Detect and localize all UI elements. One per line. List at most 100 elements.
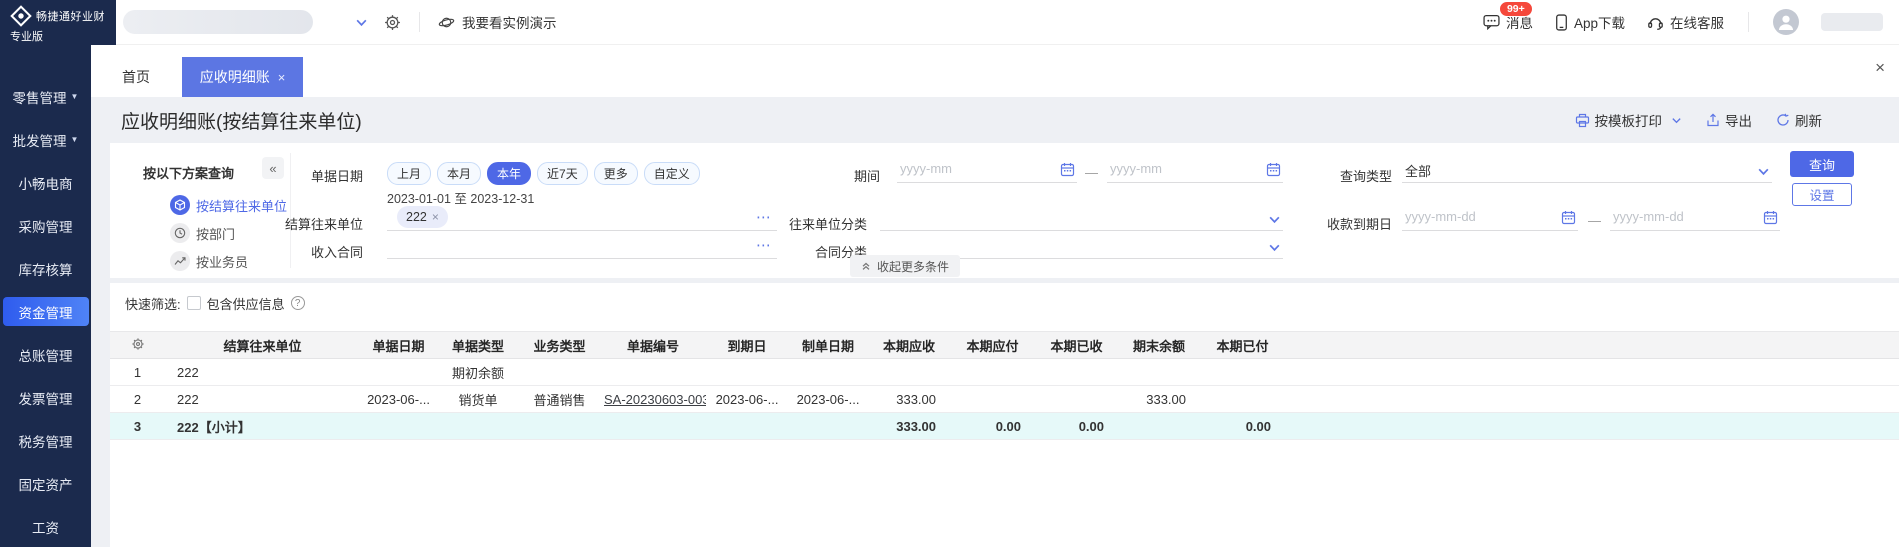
settle-unit-tag[interactable]: 222 × <box>397 206 448 228</box>
scheme-panel-title: 按以下方案查询 <box>143 166 235 181</box>
demo-link[interactable]: 我要看实例演示 <box>438 12 557 32</box>
clock-icon <box>170 223 190 243</box>
calendar-icon[interactable] <box>1060 162 1075 180</box>
main-area: 我要看实例演示 99+ 消息 App下载 在线客服 首页 应收明细账 × × 应… <box>91 0 1899 547</box>
pill-this-month[interactable]: 本月 <box>437 162 482 185</box>
page-title: 应收明细账(按结算往来单位) <box>121 111 362 133</box>
cell-received <box>1035 385 1118 413</box>
close-icon[interactable]: × <box>278 70 286 85</box>
chevron-down-icon[interactable] <box>1268 241 1281 254</box>
scheme-item-label: 按结算往来单位 <box>196 198 288 214</box>
cell-settle-unit: 222 <box>165 385 360 413</box>
column-header: 到期日 <box>706 331 788 359</box>
divider <box>1748 12 1749 32</box>
cell-due-date: 2023-06-... <box>706 385 788 413</box>
collapse-more-conditions-button[interactable]: 收起更多条件 <box>850 255 961 277</box>
sidebar-item-ecommerce[interactable]: 小畅电商 <box>0 161 91 204</box>
close-icon[interactable]: × <box>432 210 439 224</box>
placeholder: yyyy-mm-dd <box>1405 209 1476 224</box>
calendar-icon[interactable] <box>1561 210 1576 228</box>
export-button[interactable]: 导出 <box>1706 110 1752 130</box>
row-number: 3 <box>110 412 165 440</box>
help-icon[interactable]: ? <box>290 296 305 310</box>
pill-last-month[interactable]: 上月 <box>387 162 432 185</box>
scheme-by-salesperson[interactable]: 按业务员 <box>170 251 248 271</box>
sidebar-item-invoice[interactable]: 发票管理 <box>0 376 91 419</box>
scheme-item-label: 按部门 <box>196 226 236 242</box>
chevron-down-icon[interactable] <box>1268 213 1281 226</box>
username[interactable] <box>1821 13 1883 31</box>
planet-icon <box>438 15 455 30</box>
refresh-button[interactable]: 刷新 <box>1776 110 1822 130</box>
headset-icon <box>1647 14 1664 30</box>
messages-button[interactable]: 99+ 消息 <box>1483 1 1533 32</box>
sidebar-item-procurement[interactable]: 采购管理 <box>0 204 91 247</box>
sidebar-item-tax[interactable]: 税务管理 <box>0 419 91 462</box>
chevron-down-icon[interactable] <box>355 16 368 29</box>
export-icon <box>1706 113 1720 127</box>
cell-paid: 0.00 <box>1200 412 1285 440</box>
sidebar-item-inventory[interactable]: 库存核算 <box>0 247 91 290</box>
trend-chart-icon <box>170 251 190 271</box>
gear-icon[interactable] <box>384 14 401 31</box>
cell-paid <box>1200 385 1285 413</box>
tab-strip: 首页 应收明细账 × × <box>91 45 1899 97</box>
table-row[interactable]: 1 222 期初余额 <box>110 358 1899 386</box>
caret-down-icon: ▼ <box>70 135 79 144</box>
sidebar-item-retail[interactable]: 零售管理 ▼ <box>0 75 91 118</box>
pill-last-7-days[interactable]: 近7天 <box>537 162 588 185</box>
tab-home[interactable]: 首页 <box>112 57 182 97</box>
cell-received <box>1035 358 1118 386</box>
pill-custom[interactable]: 自定义 <box>643 162 700 185</box>
avatar[interactable] <box>1773 9 1799 35</box>
column-header-filler <box>1285 331 1899 359</box>
column-header: 单据编号 <box>600 331 706 359</box>
print-by-template-button[interactable]: 按模板打印 <box>1575 110 1683 130</box>
sidebar-item-label: 总账管理 <box>18 348 73 364</box>
sidebar-item-funds[interactable]: 资金管理 <box>0 290 91 333</box>
quick-filter-bar: 快速筛选: 包含供应信息 ? <box>125 292 1899 314</box>
sidebar-item-payroll[interactable]: 工资 <box>0 505 91 547</box>
tab-receivable-ledger[interactable]: 应收明细账 × <box>182 57 303 97</box>
company-selector[interactable] <box>123 10 313 34</box>
unit-category-select[interactable] <box>880 205 1283 231</box>
sidebar-item-fixed-assets[interactable]: 固定资产 <box>0 462 91 505</box>
scheme-by-settle-unit[interactable]: 按结算往来单位 <box>170 195 287 215</box>
sidebar-item-label: 采购管理 <box>18 219 73 235</box>
cell-settle-unit: 222 <box>165 358 360 386</box>
include-supply-info-checkbox[interactable] <box>186 296 201 310</box>
cell-received: 0.00 <box>1035 412 1118 440</box>
chevron-down-icon[interactable] <box>1671 115 1682 126</box>
due-date-from-input[interactable]: yyyy-mm-dd <box>1402 205 1578 231</box>
column-header: 期末余额 <box>1118 331 1200 359</box>
sidebar-item-label: 工资 <box>32 520 59 536</box>
pill-more[interactable]: 更多 <box>593 162 638 185</box>
chat-bubble-icon <box>1483 14 1500 30</box>
pill-this-year[interactable]: 本年 <box>487 162 532 185</box>
support-button[interactable]: 在线客服 <box>1647 12 1724 32</box>
sidebar-item-general-ledger[interactable]: 总账管理 <box>0 333 91 376</box>
column-header: 业务类型 <box>519 331 600 359</box>
period-to-input[interactable]: yyyy-mm <box>1107 157 1283 183</box>
income-contract-label: 收入合同 <box>310 245 363 260</box>
column-settings-gear-icon[interactable] <box>110 331 165 359</box>
column-header: 本期应收 <box>868 331 950 359</box>
sidebar-item-wholesale[interactable]: 批发管理 ▼ <box>0 118 91 161</box>
app-download-button[interactable]: App下载 <box>1555 12 1625 32</box>
sidebar-item-label: 固定资产 <box>18 477 73 493</box>
close-icon[interactable]: × <box>1875 59 1885 76</box>
settings-button[interactable]: 设置 <box>1792 183 1852 206</box>
doc-no-link[interactable]: SA-20230603-003 <box>600 385 706 413</box>
chevron-down-icon[interactable] <box>1757 165 1770 178</box>
column-header: 制单日期 <box>788 331 868 359</box>
calendar-icon[interactable] <box>1763 210 1778 228</box>
calendar-icon[interactable] <box>1266 162 1281 180</box>
income-contract-input[interactable] <box>387 233 777 259</box>
due-date-to-input[interactable]: yyyy-mm-dd <box>1610 205 1780 231</box>
query-type-select[interactable]: 全部 <box>1402 157 1772 183</box>
table-row[interactable]: 2 222 2023-06-... 销货单 普通销售 SA-20230603-0… <box>110 385 1899 413</box>
tab-label: 首页 <box>122 69 150 85</box>
search-button[interactable]: 查询 <box>1790 151 1854 177</box>
period-from-input[interactable]: yyyy-mm <box>897 157 1077 183</box>
scheme-by-department[interactable]: 按部门 <box>170 223 235 243</box>
